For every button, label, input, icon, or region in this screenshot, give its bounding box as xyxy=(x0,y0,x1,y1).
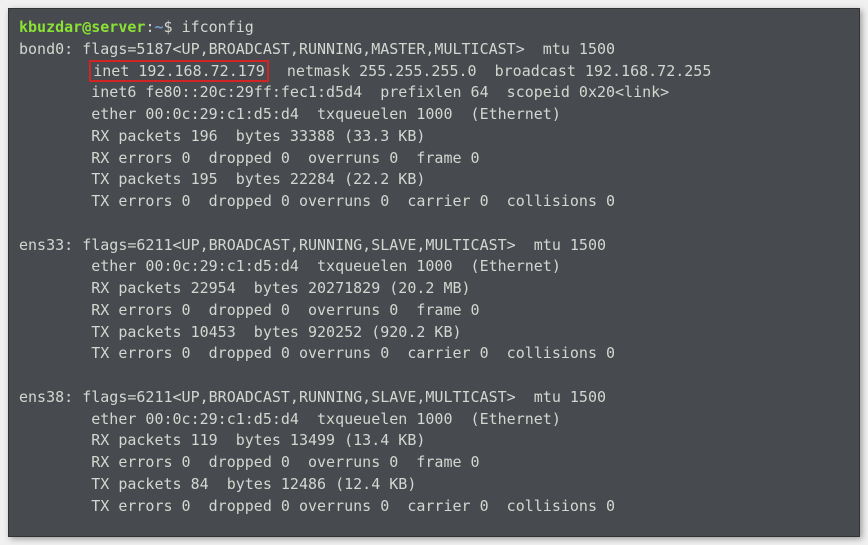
ens33-tx-packets: TX packets 10453 bytes 920252 (920.2 KB) xyxy=(19,323,462,341)
prompt-path: ~ xyxy=(154,18,163,36)
ens38-tx-errors: TX errors 0 dropped 0 overruns 0 carrier… xyxy=(19,497,615,515)
ens33-tx-errors: TX errors 0 dropped 0 overruns 0 carrier… xyxy=(19,344,615,362)
bond0-header: bond0: flags=5187<UP,BROADCAST,RUNNING,M… xyxy=(19,40,615,58)
ens38-rx-packets: RX packets 119 bytes 13499 (13.4 KB) xyxy=(19,431,425,449)
ens38-rx-errors: RX errors 0 dropped 0 overruns 0 frame 0 xyxy=(19,453,480,471)
indent xyxy=(19,62,91,80)
command-input[interactable]: ifconfig xyxy=(182,18,254,36)
ens38-header: ens38: flags=6211<UP,BROADCAST,RUNNING,S… xyxy=(19,388,606,406)
terminal-window[interactable]: kbuzdar@server:~$ ifconfig bond0: flags=… xyxy=(8,8,860,537)
prompt-sep: $ xyxy=(164,18,182,36)
bond0-inet-rest: netmask 255.255.255.0 broadcast 192.168.… xyxy=(269,62,712,80)
bond0-inet-highlight: inet 192.168.72.179 xyxy=(89,60,269,82)
bond0-inet6: inet6 fe80::20c:29ff:fec1:d5d4 prefixlen… xyxy=(19,83,669,101)
ens38-tx-packets: TX packets 84 bytes 12486 (12.4 KB) xyxy=(19,475,416,493)
ens33-rx-errors: RX errors 0 dropped 0 overruns 0 frame 0 xyxy=(19,301,480,319)
prompt-at: @ xyxy=(82,18,91,36)
prompt-user: kbuzdar xyxy=(19,18,82,36)
ens33-header: ens33: flags=6211<UP,BROADCAST,RUNNING,S… xyxy=(19,236,606,254)
bond0-ether: ether 00:0c:29:c1:d5:d4 txqueuelen 1000 … xyxy=(19,105,561,123)
bond0-tx-packets: TX packets 195 bytes 22284 (22.2 KB) xyxy=(19,170,425,188)
ens33-ether: ether 00:0c:29:c1:d5:d4 txqueuelen 1000 … xyxy=(19,257,561,275)
ens33-rx-packets: RX packets 22954 bytes 20271829 (20.2 MB… xyxy=(19,279,471,297)
bond0-rx-packets: RX packets 196 bytes 33388 (33.3 KB) xyxy=(19,127,425,145)
prompt-host: server xyxy=(91,18,145,36)
ens38-ether: ether 00:0c:29:c1:d5:d4 txqueuelen 1000 … xyxy=(19,410,561,428)
bond0-rx-errors: RX errors 0 dropped 0 overruns 0 frame 0 xyxy=(19,149,480,167)
bond0-tx-errors: TX errors 0 dropped 0 overruns 0 carrier… xyxy=(19,192,615,210)
